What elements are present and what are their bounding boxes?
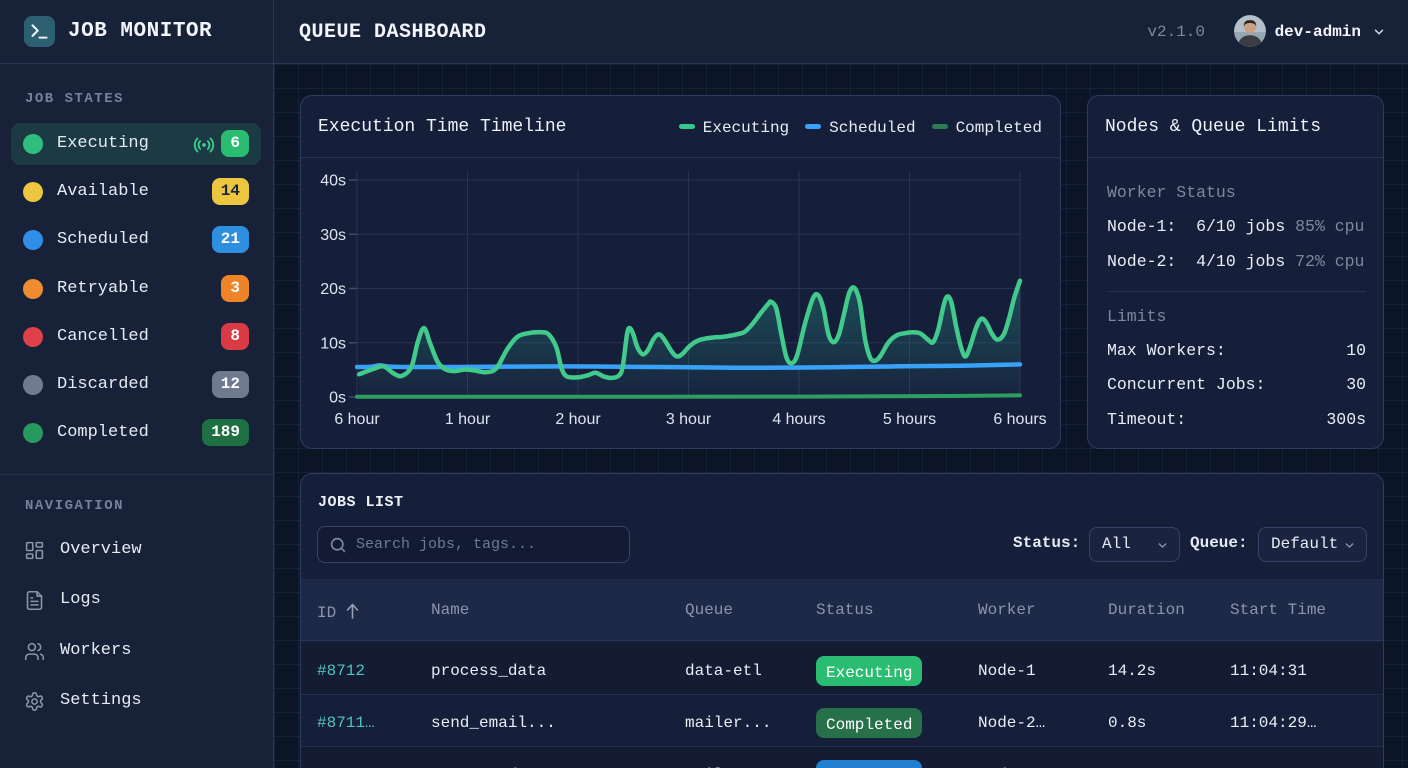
svg-text:5 hours: 5 hours bbox=[883, 411, 936, 428]
svg-text:30s: 30s bbox=[320, 227, 346, 244]
svg-text:6 hour: 6 hour bbox=[334, 411, 380, 428]
svg-text:4 hours: 4 hours bbox=[772, 411, 825, 428]
svg-text:1 hour: 1 hour bbox=[445, 411, 491, 428]
svg-text:40s: 40s bbox=[320, 173, 346, 190]
svg-text:6 hours: 6 hours bbox=[993, 411, 1046, 428]
svg-text:3 hour: 3 hour bbox=[666, 411, 712, 428]
svg-text:20s: 20s bbox=[320, 281, 346, 298]
svg-text:10s: 10s bbox=[320, 335, 346, 352]
svg-text:2 hour: 2 hour bbox=[555, 411, 601, 428]
svg-text:0s: 0s bbox=[329, 390, 346, 407]
